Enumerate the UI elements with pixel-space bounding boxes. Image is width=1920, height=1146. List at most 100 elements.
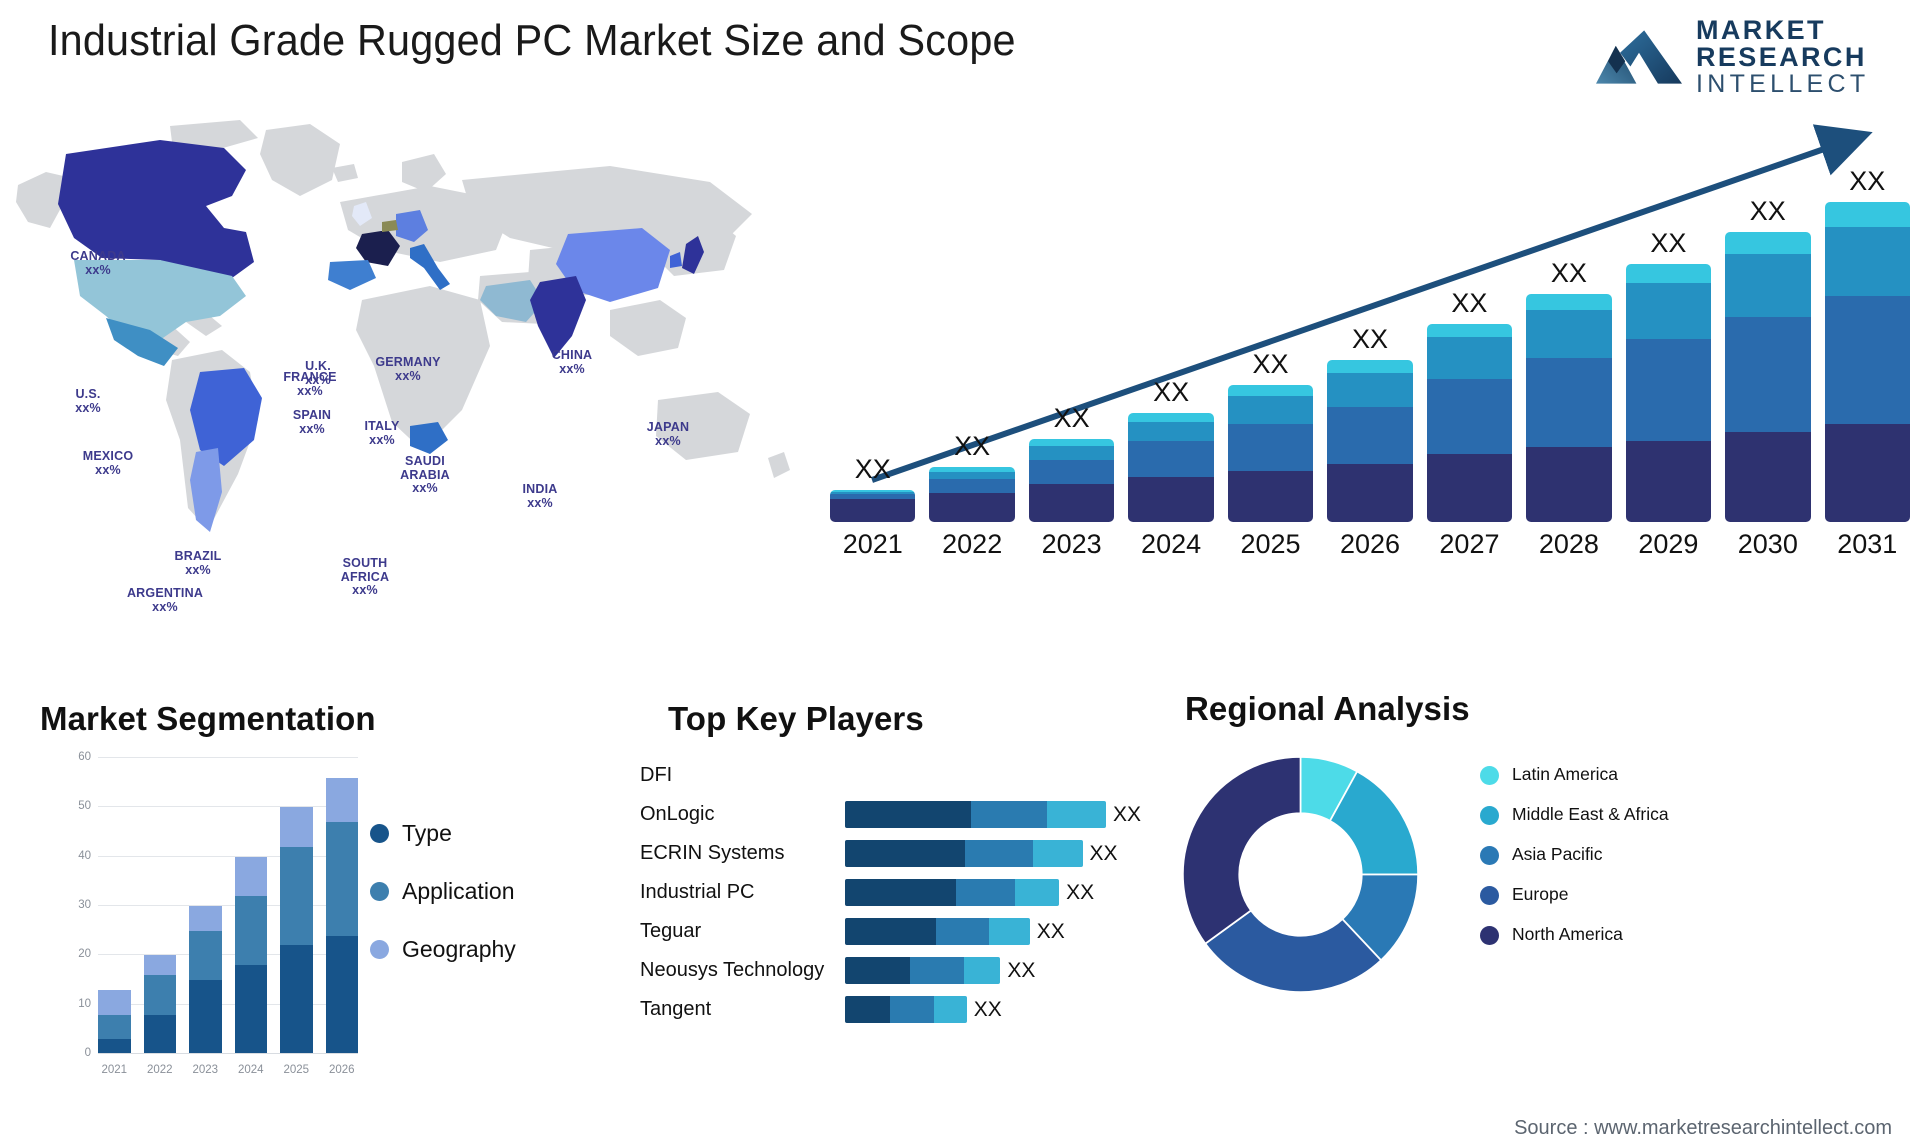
key-player-value: XX (973, 997, 1002, 1021)
forecast-bar-chart: XX XX XX XX XX XX XX XX XX XX XX 2021 2022 2023 2024 2… (830, 120, 1910, 560)
regional-legend-label: Asia Pacific (1512, 844, 1603, 864)
forecast-bar-stack (1625, 263, 1712, 522)
mountain-logo-icon (1596, 30, 1682, 84)
key-player-bar-segment (988, 918, 1030, 945)
forecast-bar-segment (1028, 460, 1115, 484)
forecast-bar-column: XX (1625, 162, 1712, 522)
key-player-bar (845, 918, 1030, 945)
regional-legend-item: North America (1480, 924, 1669, 945)
forecast-bar-column: XX (1327, 162, 1413, 522)
logo-line-1: MARKET (1696, 14, 1826, 45)
key-player-bar-segment (934, 996, 967, 1023)
regional-donut-chart (1182, 756, 1419, 993)
regional-legend-swatch-icon (1480, 926, 1499, 945)
india-shape (530, 276, 586, 358)
segmentation-bar-column (189, 758, 222, 1054)
key-player-bar-segment (845, 957, 910, 984)
segmentation-bar-segment (189, 930, 222, 980)
regional-analysis-section: Regional Analysis Latin America Middle Ea… (1150, 690, 1910, 1120)
key-player-name: Neousys Technology (640, 959, 825, 981)
segmentation-legend-item: Application (370, 878, 516, 905)
key-player-bar-segment (963, 957, 1001, 984)
key-player-bar-segment (845, 801, 972, 828)
segmentation-y-tick: 10 (78, 997, 91, 1010)
forecast-bar-segment (929, 493, 1015, 522)
forecast-year-label: 2028 (1538, 529, 1599, 559)
brand-logo: MARKET RESEARCH INTELLECT (1596, 14, 1896, 100)
key-player-name: DFI (640, 764, 673, 786)
forecast-bar-segment (929, 479, 1015, 494)
forecast-bar-segment (1824, 202, 1910, 227)
segmentation-bar-segment (325, 822, 358, 936)
forecast-bar-segment (1426, 337, 1513, 380)
new-zealand-shape (768, 452, 790, 478)
regional-legend-swatch-icon (1480, 886, 1499, 905)
segmentation-y-tick: 60 (78, 751, 91, 763)
forecast-bar-segment (1128, 477, 1214, 522)
segmentation-y-tick: 0 (84, 1047, 91, 1059)
key-players-list: DFI OnLogic XX ECRIN Systems XX Industrial PC… (640, 756, 1200, 1029)
segmentation-bar-segment (189, 980, 222, 1054)
key-player-bar-zone: XX (845, 840, 1200, 867)
greenland-shape (260, 124, 340, 196)
forecast-bar-column: XX (1725, 162, 1811, 522)
segmentation-bar-column (98, 758, 131, 1054)
forecast-bar-value: XX (1451, 287, 1488, 318)
forecast-bar-stack (1824, 202, 1910, 522)
key-player-value: XX (1089, 841, 1118, 865)
key-player-bar (845, 957, 1001, 984)
logo-line-3: INTELLECT (1696, 69, 1870, 98)
forecast-bar-value: XX (1351, 323, 1388, 354)
key-player-bar (845, 840, 1083, 867)
forecast-bar-segment (1526, 357, 1612, 448)
source-footer: Source : www.marketresearchintellect.com (1514, 1117, 1892, 1139)
forecast-year-label: 2023 (1041, 529, 1102, 559)
map-label-south-africa: SOUTH AFRICA xx% (341, 556, 389, 598)
forecast-bar-segment (1824, 295, 1910, 424)
scandinavia-shape (402, 154, 446, 192)
segmentation-x-label: 2021 (101, 1064, 128, 1076)
segmentation-y-tick: 50 (78, 800, 91, 813)
forecast-bar-column: XX (1227, 162, 1314, 522)
forecast-bar-segment (1625, 338, 1712, 441)
segmentation-x-label: 2026 (328, 1064, 355, 1076)
key-player-name: ECRIN Systems (640, 842, 785, 864)
segmentation-bar-segment (234, 896, 267, 966)
segmentation-legend-item: Type (370, 820, 516, 847)
forecast-year-label: 2031 (1837, 529, 1898, 559)
segmentation-bar-segment (325, 935, 358, 1054)
key-player-row: DFI (640, 756, 1200, 795)
map-label-value: xx% (185, 562, 211, 577)
segmentation-bar-segment (280, 807, 313, 847)
segmentation-y-tick: 20 (78, 948, 91, 961)
forecast-bar-column: XX (830, 162, 916, 522)
segmentation-bar-column (234, 758, 267, 1054)
key-player-bar-segment (845, 840, 966, 867)
regional-legend-item: Latin America (1480, 764, 1669, 785)
forecast-year-label: 2030 (1737, 529, 1798, 559)
forecast-bar-stack (1028, 438, 1115, 522)
segmentation-bar-segment (143, 975, 176, 1015)
key-player-value: XX (1036, 919, 1065, 943)
forecast-bar-segment (1526, 293, 1612, 310)
forecast-bar-stack (1526, 293, 1612, 522)
forecast-bar-segment (1227, 423, 1314, 471)
segmentation-legend-label: Type (402, 820, 452, 846)
forecast-bar-segment (1625, 263, 1712, 284)
segmentation-bar-segment (98, 1039, 131, 1054)
forecast-bar-segment (1327, 406, 1413, 465)
forecast-bar-segment (1128, 421, 1214, 441)
segmentation-y-tick: 30 (78, 899, 91, 911)
forecast-bar-segment (1426, 323, 1513, 338)
forecast-bar-value: XX (954, 430, 991, 461)
forecast-bar-segment (1725, 254, 1811, 318)
segmentation-bar-column (280, 758, 313, 1054)
segmentation-bar-column (325, 758, 358, 1054)
top-key-players-section: Top Key Players DFI OnLogic XX ECRIN System… (640, 700, 1200, 1120)
key-player-name: OnLogic (640, 803, 715, 825)
segmentation-legend-swatch-icon (370, 940, 389, 959)
forecast-bar-segment (1824, 423, 1910, 522)
forecast-bar-segment (830, 498, 916, 522)
forecast-bar-value: XX (854, 454, 891, 484)
forecast-bar-stack (830, 490, 916, 522)
